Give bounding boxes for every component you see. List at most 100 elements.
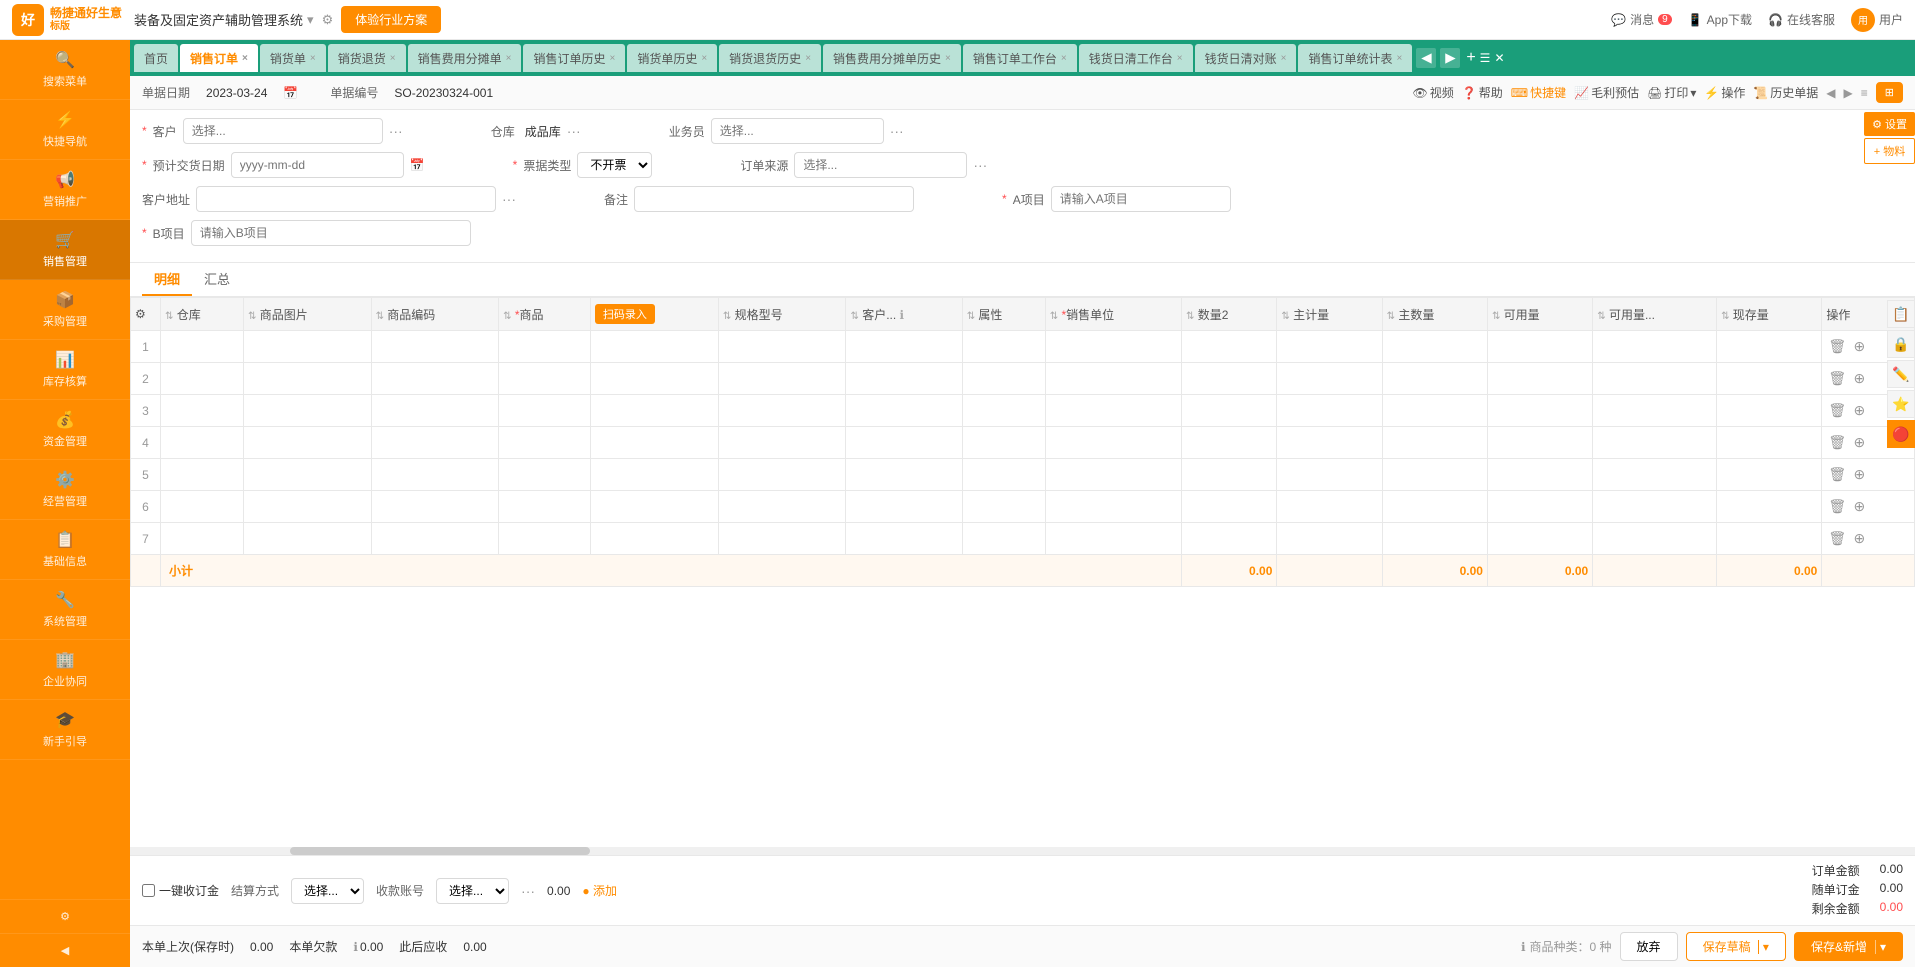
solution-button[interactable]: 体验行业方案 <box>341 6 441 33</box>
tab-order-history[interactable]: 销售订单历史 × <box>523 44 625 72</box>
tab-sales-return[interactable]: 销货单 × <box>260 44 326 72</box>
b-project-input[interactable] <box>191 220 471 246</box>
calendar-icon[interactable]: 📅 <box>283 86 298 100</box>
col-settings-icon[interactable]: ⚙ <box>135 307 146 321</box>
save-draft-btn[interactable]: 保存草稿 ▾ <box>1686 932 1786 961</box>
tab-return-history[interactable]: 销货单历史 × <box>627 44 717 72</box>
tab-sales-stats[interactable]: 销售订单统计表 × <box>1298 44 1412 72</box>
address-ellipsis-btn[interactable]: ··· <box>502 191 516 207</box>
tab-close-return-history[interactable]: × <box>701 53 707 64</box>
sales-person-input[interactable] <box>711 118 884 144</box>
sidebar-item-guide[interactable]: 🎓 新手引导 <box>0 700 130 760</box>
tab-close-sales-order[interactable]: × <box>242 53 248 64</box>
tab-cash-daily[interactable]: 钱货日清工作台 × <box>1079 44 1193 72</box>
row-delete-btn-1[interactable]: 🗑 <box>1826 336 1848 357</box>
header-list-btn[interactable]: ≡ <box>1861 86 1868 100</box>
tab-home[interactable]: 首页 <box>134 44 178 72</box>
user-btn[interactable]: 用 用户 <box>1851 8 1903 32</box>
tab-close-sales-return[interactable]: × <box>310 53 316 64</box>
row-copy-btn-6[interactable]: ⊕ <box>1851 496 1867 517</box>
a-project-input[interactable] <box>1051 186 1231 212</box>
history-btn[interactable]: 📜 历史单据 <box>1753 84 1818 101</box>
tab-close-order-history[interactable]: × <box>609 53 615 64</box>
row-delete-btn-4[interactable]: 🗑 <box>1826 432 1848 453</box>
col-settings[interactable]: ⚙ <box>131 298 161 331</box>
header-prev-btn[interactable]: ◀ <box>1826 86 1835 100</box>
order-source-input[interactable] <box>794 152 967 178</box>
sidebar-item-finance[interactable]: 💰 资金管理 <box>0 400 130 460</box>
delivery-calendar-icon[interactable]: 📅 <box>410 158 425 172</box>
sidebar-item-marketing[interactable]: 📢 营销推广 <box>0 160 130 220</box>
profit-btn[interactable]: 📈 毛利预估 <box>1574 84 1639 101</box>
form-tab-summary[interactable]: 汇总 <box>192 263 242 296</box>
row-delete-btn-5[interactable]: 🗑 <box>1826 464 1848 485</box>
tab-sales-refund[interactable]: 销货退货 × <box>328 44 406 72</box>
tab-close-sales-stats[interactable]: × <box>1396 53 1402 64</box>
horizontal-scrollbar[interactable] <box>130 847 1915 855</box>
float-btn-2[interactable]: 🔒 <box>1887 330 1915 358</box>
sidebar-settings-btn[interactable]: ⚙ <box>0 899 130 933</box>
sidebar-item-system[interactable]: 🔧 系统管理 <box>0 580 130 640</box>
header-save-btn[interactable]: ⊞ <box>1876 82 1903 103</box>
discard-btn[interactable]: 放弃 <box>1620 932 1678 961</box>
invoice-type-select[interactable]: 不开票 普票 专票 <box>577 152 652 178</box>
tab-next-btn[interactable]: ▶ <box>1440 48 1460 68</box>
add-receipt-btn[interactable]: ● 添加 <box>582 882 617 899</box>
add-material-btn[interactable]: + 物料 <box>1864 138 1915 164</box>
tab-close-cash-reconcile[interactable]: × <box>1281 53 1287 64</box>
sidebar-item-basic-info[interactable]: 📋 基础信息 <box>0 520 130 580</box>
online-service-btn[interactable]: 🎧 在线客服 <box>1768 11 1835 28</box>
float-btn-4[interactable]: ⭐ <box>1887 390 1915 418</box>
settle-method-select[interactable]: 选择... <box>291 878 364 904</box>
tab-sales-order[interactable]: 销售订单 × <box>180 44 258 72</box>
operations-btn[interactable]: ⚡ 操作 <box>1704 84 1745 101</box>
app-download-btn[interactable]: 📱 App下载 <box>1688 11 1752 28</box>
one-key-settle-input[interactable] <box>142 884 155 897</box>
scan-btn[interactable]: 扫码录入 <box>595 304 655 324</box>
header-next-btn[interactable]: ▶ <box>1844 86 1853 100</box>
tab-close-fee-history[interactable]: × <box>945 53 951 64</box>
sidebar-collapse-btn[interactable]: ◀ <box>0 933 130 967</box>
order-source-ellipsis-btn[interactable]: ··· <box>973 157 987 173</box>
warehouse-ellipsis-btn[interactable]: ··· <box>567 123 581 139</box>
row-copy-btn-7[interactable]: ⊕ <box>1851 528 1867 549</box>
sidebar-item-enterprise[interactable]: 🏢 企业协同 <box>0 640 130 700</box>
tab-close-fee-split[interactable]: × <box>506 53 512 64</box>
row-copy-btn-3[interactable]: ⊕ <box>1851 400 1867 421</box>
sidebar-item-search[interactable]: 🔍 搜索菜单 <box>0 40 130 100</box>
row-copy-btn-1[interactable]: ⊕ <box>1851 336 1867 357</box>
row-copy-btn-4[interactable]: ⊕ <box>1851 432 1867 453</box>
shortcut-btn[interactable]: ⌨ 快捷键 <box>1511 84 1566 101</box>
tab-fee-history[interactable]: 销售费用分摊单历史 × <box>823 44 961 72</box>
message-btn[interactable]: 💬 消息 9 <box>1611 11 1672 28</box>
sidebar-item-quick-nav[interactable]: ⚡ 快捷导航 <box>0 100 130 160</box>
row-copy-btn-5[interactable]: ⊕ <box>1851 464 1867 485</box>
save-new-btn[interactable]: 保存&新增 ▾ <box>1794 932 1903 961</box>
tab-sales-workbench[interactable]: 销售订单工作台 × <box>963 44 1077 72</box>
row-delete-btn-3[interactable]: 🗑 <box>1826 400 1848 421</box>
form-tab-detail[interactable]: 明细 <box>142 263 192 296</box>
save-new-dropdown-icon[interactable]: ▾ <box>1875 940 1886 954</box>
row-copy-btn-2[interactable]: ⊕ <box>1851 368 1867 389</box>
delivery-date-input[interactable] <box>231 152 404 178</box>
tab-refund-history[interactable]: 销货退货历史 × <box>719 44 821 72</box>
sales-person-ellipsis-btn[interactable]: ··· <box>890 123 904 139</box>
tab-close-workbench[interactable]: × <box>1061 53 1067 64</box>
float-btn-1[interactable]: 📋 <box>1887 300 1915 328</box>
preview-btn[interactable]: 👁 视频 <box>1413 84 1454 101</box>
tab-close-all-btn[interactable]: ✕ <box>1494 51 1504 65</box>
print-btn[interactable]: 🖨 打印 ▾ <box>1647 84 1696 101</box>
sidebar-item-inventory[interactable]: 📊 库存核算 <box>0 340 130 400</box>
customer-ellipsis-btn[interactable]: ··· <box>389 123 403 139</box>
remarks-input[interactable] <box>634 186 914 212</box>
row-delete-btn-6[interactable]: 🗑 <box>1826 496 1848 517</box>
row-delete-btn-7[interactable]: 🗑 <box>1826 528 1848 549</box>
tab-cash-reconcile[interactable]: 钱货日清对账 × <box>1195 44 1297 72</box>
tab-fee-split[interactable]: 销售费用分摊单 × <box>408 44 522 72</box>
receipt-ellipsis-btn[interactable]: ··· <box>521 883 535 899</box>
sidebar-item-operations[interactable]: ⚙️ 经营管理 <box>0 460 130 520</box>
sidebar-item-purchase[interactable]: 📦 采购管理 <box>0 280 130 340</box>
settings-float-btn[interactable]: ⚙ 设置 <box>1864 112 1915 136</box>
tab-add-btn[interactable]: + <box>1466 49 1475 67</box>
one-key-settle-checkbox[interactable]: 一键收订金 <box>142 882 219 899</box>
